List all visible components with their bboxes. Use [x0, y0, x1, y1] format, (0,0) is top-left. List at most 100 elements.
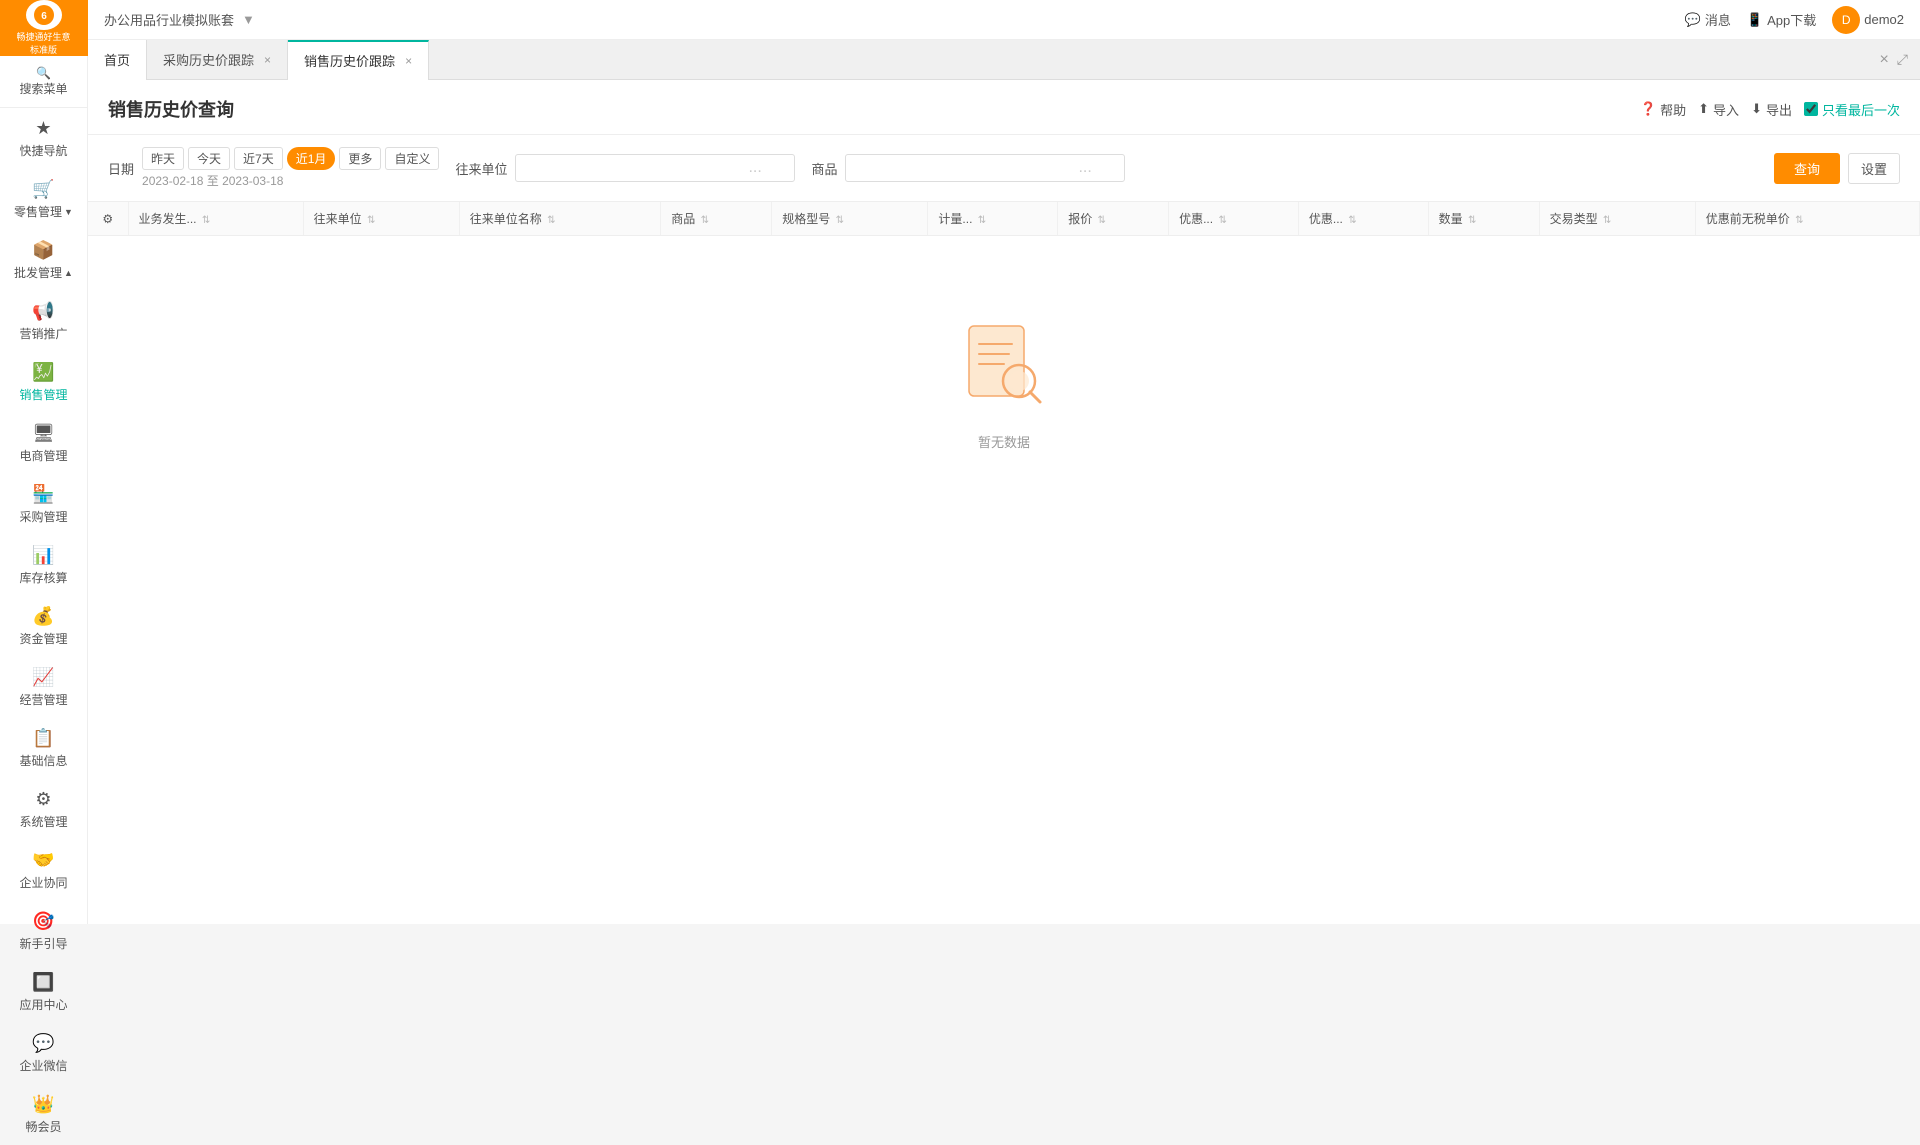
empty-icon	[954, 316, 1054, 416]
sidebar-item-basic[interactable]: 📋 基础信息	[0, 718, 88, 779]
app-download-button[interactable]: 📱 App下载	[1747, 10, 1816, 29]
sort-discount1[interactable]: ⇅	[1218, 215, 1226, 226]
wholesale-icon: 📦	[32, 240, 54, 261]
sidebar-item-search[interactable]: 🔍 搜索菜单	[0, 56, 88, 108]
sidebar-item-sales[interactable]: 💹 销售管理	[0, 352, 88, 413]
tabs-actions: × ⤢	[1867, 51, 1920, 69]
col-trade-type[interactable]: 交易类型 ⇅	[1539, 202, 1695, 236]
dropdown-arrow-icon[interactable]: ▼	[242, 12, 255, 27]
partner-search-icon[interactable]: ...	[748, 159, 761, 177]
export-button[interactable]: ⬇ 导出	[1751, 100, 1792, 119]
message-button[interactable]: 💬 消息	[1685, 10, 1731, 29]
quick-nav-icon: ★	[35, 118, 51, 139]
setting-button[interactable]: 设置	[1848, 153, 1900, 184]
partner-input[interactable]	[524, 161, 744, 176]
date-btn-7days[interactable]: 近7天	[234, 147, 283, 170]
query-button[interactable]: 查询	[1774, 153, 1840, 184]
tab-purchase-close[interactable]: ×	[264, 53, 271, 67]
sidebar-search-label: 搜索菜单	[19, 80, 67, 97]
sort-biz-date[interactable]: ⇅	[202, 215, 210, 226]
col-partner-code[interactable]: 往来单位 ⇅	[303, 202, 459, 236]
search-bar: 日期 昨天 今天 近7天 近1月 更多 自定义 2023-02-18 至 202…	[88, 135, 1920, 202]
retail-icon: 🛒	[32, 179, 54, 200]
date-buttons: 昨天 今天 近7天 近1月 更多 自定义	[142, 147, 439, 170]
sort-partner-name[interactable]: ⇅	[547, 215, 555, 226]
sidebar-item-purchase[interactable]: 🏪 采购管理	[0, 474, 88, 535]
sidebar-apps-label: 应用中心	[19, 996, 67, 1013]
tab-sales-close[interactable]: ×	[405, 54, 412, 68]
sort-quote[interactable]: ⇅	[1098, 215, 1106, 226]
sidebar-item-inventory[interactable]: 📊 库存核算	[0, 535, 88, 596]
only-last-checkbox[interactable]	[1804, 102, 1818, 116]
date-btn-custom[interactable]: 自定义	[385, 147, 439, 170]
date-btn-today[interactable]: 今天	[188, 147, 230, 170]
import-icon: ⬆	[1698, 101, 1709, 117]
sidebar-item-wholesale[interactable]: 📦 批发管理▲	[0, 230, 88, 291]
sidebar-vip-label: 畅会员	[25, 1118, 61, 1135]
tab-home-label: 首页	[104, 50, 130, 69]
marketing-icon: 📢	[32, 301, 54, 322]
col-biz-date[interactable]: 业务发生... ⇅	[128, 202, 303, 236]
sidebar-item-marketing[interactable]: 📢 营销推广	[0, 291, 88, 352]
sidebar-item-ecommerce[interactable]: 🖥 电商管理	[0, 413, 88, 474]
avatar: D	[1832, 6, 1860, 34]
tab-sales-history[interactable]: 销售历史价跟踪 ×	[288, 40, 429, 80]
sidebar-item-vip[interactable]: 👑 畅会员	[0, 1084, 88, 1145]
sort-spec[interactable]: ⇅	[836, 215, 844, 226]
help-button[interactable]: ❓ 帮助	[1640, 100, 1686, 119]
goods-input[interactable]	[854, 161, 1074, 176]
search-icon: 🔍	[36, 66, 51, 80]
col-quote[interactable]: 报价 ⇅	[1058, 202, 1169, 236]
sort-unit[interactable]: ⇅	[978, 215, 986, 226]
goods-search-icon[interactable]: ...	[1078, 159, 1091, 177]
sidebar-ops-label: 经营管理	[19, 691, 67, 708]
page-title: 销售历史价查询	[108, 96, 234, 122]
col-goods[interactable]: 商品 ⇅	[661, 202, 772, 236]
sidebar-purchase-label: 采购管理	[19, 508, 67, 525]
account-dropdown-label[interactable]: 办公用品行业模拟账套	[104, 10, 234, 29]
close-all-button[interactable]: ×	[1879, 51, 1888, 69]
sort-quantity[interactable]: ⇅	[1468, 215, 1476, 226]
col-partner-name[interactable]: 往来单位名称 ⇅	[459, 202, 661, 236]
sidebar-item-corp[interactable]: 🤝 企业协同	[0, 840, 88, 901]
app-logo[interactable]: 6 畅捷通好生意 标准版	[0, 0, 88, 56]
empty-text: 暂无数据	[978, 432, 1030, 451]
sidebar-item-finance[interactable]: 💰 资金管理	[0, 596, 88, 657]
svg-text:6: 6	[41, 11, 47, 22]
col-discount2[interactable]: 优惠... ⇅	[1298, 202, 1428, 236]
date-btn-1month[interactable]: 近1月	[287, 147, 336, 170]
sidebar-item-apps[interactable]: 🔲 应用中心	[0, 962, 88, 1023]
col-quantity[interactable]: 数量 ⇅	[1428, 202, 1539, 236]
user-menu[interactable]: D demo2	[1832, 6, 1904, 34]
sidebar-item-ops[interactable]: 📈 经营管理	[0, 657, 88, 718]
tab-purchase-label: 采购历史价跟踪	[163, 50, 254, 69]
sidebar-marketing-label: 营销推广	[19, 325, 67, 342]
sort-goods[interactable]: ⇅	[701, 215, 709, 226]
sidebar-item-wechat[interactable]: 💬 企业微信	[0, 1023, 88, 1084]
tab-home[interactable]: 首页	[88, 40, 147, 80]
tab-purchase-history[interactable]: 采购历史价跟踪 ×	[147, 40, 288, 80]
import-button[interactable]: ⬆ 导入	[1698, 100, 1739, 119]
user-name: demo2	[1864, 12, 1904, 27]
sidebar-item-quick-nav[interactable]: ★ 快捷导航	[0, 108, 88, 169]
col-unit[interactable]: 计量... ⇅	[928, 202, 1058, 236]
sort-discount2[interactable]: ⇅	[1348, 215, 1356, 226]
sort-price-no-tax[interactable]: ⇅	[1795, 215, 1803, 226]
col-settings[interactable]: ⚙	[88, 202, 128, 236]
sort-partner-code[interactable]: ⇅	[367, 215, 375, 226]
sort-trade-type[interactable]: ⇅	[1603, 215, 1611, 226]
date-btn-more[interactable]: 更多	[339, 147, 381, 170]
only-last-toggle[interactable]: 只看最后一次	[1804, 100, 1900, 119]
maximize-button[interactable]: ⤢	[1897, 51, 1908, 68]
sidebar-item-system[interactable]: ⚙ 系统管理	[0, 779, 88, 840]
goods-label: 商品	[811, 159, 837, 178]
date-btn-yesterday[interactable]: 昨天	[142, 147, 184, 170]
date-group: 日期 昨天 今天 近7天 近1月 更多 自定义 2023-02-18 至 202…	[108, 147, 439, 189]
sidebar-item-retail[interactable]: 🛒 零售管理▼	[0, 169, 88, 230]
col-price-no-tax[interactable]: 优惠前无税单价 ⇅	[1695, 202, 1919, 236]
col-discount1[interactable]: 优惠... ⇅	[1169, 202, 1299, 236]
sidebar-item-guide[interactable]: 🎯 新手引导	[0, 901, 88, 962]
empty-state: 暂无数据	[88, 236, 1920, 531]
col-spec[interactable]: 规格型号 ⇅	[772, 202, 928, 236]
help-icon: ❓	[1640, 101, 1656, 117]
